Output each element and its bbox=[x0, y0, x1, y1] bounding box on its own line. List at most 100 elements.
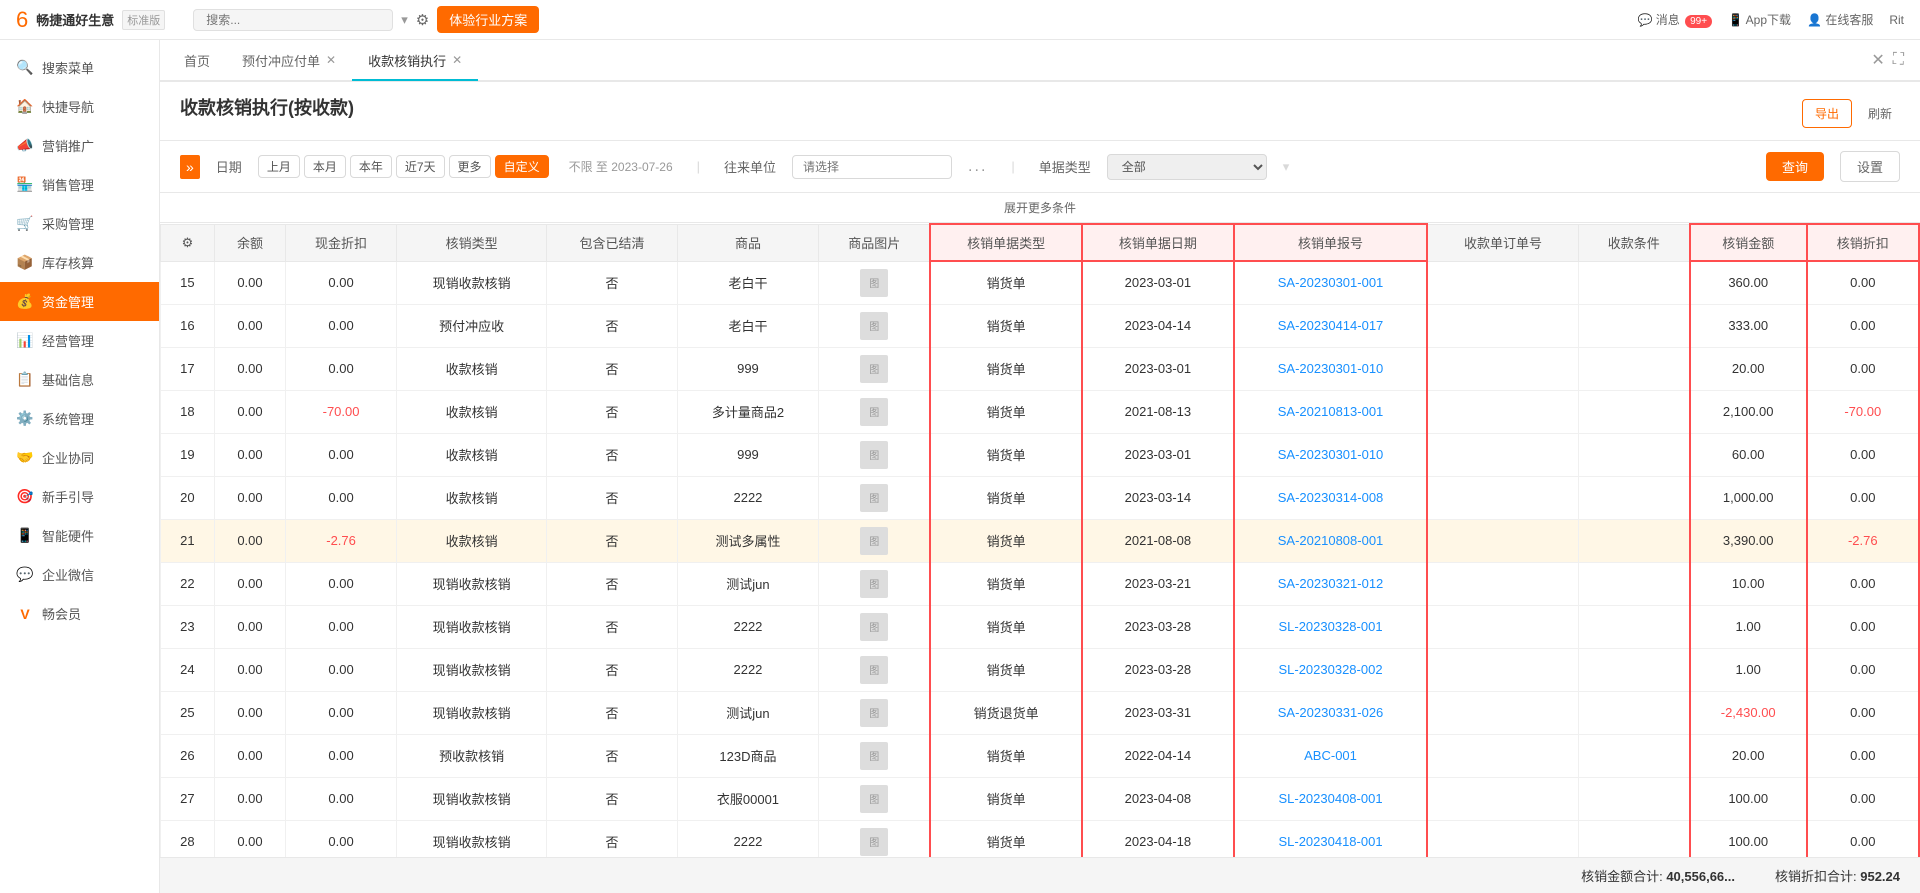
last-month-btn[interactable]: 上月 bbox=[258, 155, 300, 178]
this-month-btn[interactable]: 本月 bbox=[304, 155, 346, 178]
row-offset-bill-no[interactable]: SA-20210808-001 bbox=[1234, 519, 1428, 562]
from-unit-input[interactable] bbox=[792, 155, 952, 179]
row-receipt-condition bbox=[1578, 390, 1690, 433]
table-wrapper[interactable]: ⚙ 余额 现金折扣 核销类型 包含已结清 商品 商品图片 核销单据类型 核销单据… bbox=[160, 223, 1920, 857]
tab-home[interactable]: 首页 bbox=[168, 41, 226, 81]
col-offset-bill-type: 核销单据类型 bbox=[930, 224, 1082, 261]
row-cash-discount: 0.00 bbox=[286, 777, 397, 820]
row-offset-bill-no[interactable]: SA-20230321-012 bbox=[1234, 562, 1428, 605]
row-offset-bill-no[interactable]: SA-20230314-008 bbox=[1234, 476, 1428, 519]
date-quick-btns: 上月 本月 本年 近7天 更多 自定义 bbox=[258, 155, 549, 178]
row-offset-bill-no[interactable]: SL-20230408-001 bbox=[1234, 777, 1428, 820]
notification-btn[interactable]: 💬 消息 99+ bbox=[1637, 11, 1712, 28]
col-settings[interactable]: ⚙ bbox=[161, 224, 215, 261]
settings-btn[interactable]: 设置 bbox=[1840, 151, 1900, 182]
product-image-cell: 图 bbox=[819, 734, 931, 777]
sidebar-item-vip[interactable]: V 畅会员 bbox=[0, 594, 159, 633]
query-btn[interactable]: 查询 bbox=[1766, 152, 1824, 181]
filter-bar: » 日期 上月 本月 本年 近7天 更多 自定义 不限 至 2023-07-26… bbox=[160, 141, 1920, 193]
table-row: 17 0.00 0.00 收款核销 否 999 图 销货单 2023-03-01… bbox=[161, 347, 1920, 390]
row-offset-discount: 0.00 bbox=[1807, 347, 1919, 390]
sidebar-item-business[interactable]: 📊 经营管理 bbox=[0, 321, 159, 360]
row-offset-discount: 0.00 bbox=[1807, 820, 1919, 857]
row-offset-bill-no[interactable]: SL-20230418-001 bbox=[1234, 820, 1428, 857]
last-7days-btn[interactable]: 近7天 bbox=[396, 155, 445, 178]
row-offset-discount: 0.00 bbox=[1807, 261, 1919, 304]
more-date-btn[interactable]: 更多 bbox=[449, 155, 491, 178]
col-include-settled: 包含已结清 bbox=[547, 224, 678, 261]
row-offset-type: 现销收款核销 bbox=[396, 691, 546, 734]
row-offset-bill-no[interactable]: SL-20230328-002 bbox=[1234, 648, 1428, 691]
col-product: 商品 bbox=[677, 224, 818, 261]
tab-expand-icon[interactable]: ⛶ bbox=[1893, 51, 1904, 69]
row-offset-bill-date: 2023-04-18 bbox=[1082, 820, 1234, 857]
tab-receipt-offset[interactable]: 收款核销执行 ✕ bbox=[352, 41, 478, 81]
row-offset-discount: -2.76 bbox=[1807, 519, 1919, 562]
page-title: 收款核销执行(按收款) bbox=[180, 94, 354, 120]
sidebar-item-smart-hw[interactable]: 📱 智能硬件 bbox=[0, 516, 159, 555]
row-include-settled: 否 bbox=[547, 261, 678, 304]
online-service-btn[interactable]: 👤 在线客服 bbox=[1807, 11, 1873, 28]
newbie-icon: 🎯 bbox=[16, 488, 34, 506]
sidebar-item-capital[interactable]: 💰 资金管理 bbox=[0, 282, 159, 321]
row-offset-bill-no[interactable]: SA-20230414-017 bbox=[1234, 304, 1428, 347]
sidebar-label: 营销推广 bbox=[42, 136, 94, 155]
sidebar-item-search-menu[interactable]: 🔍 搜索菜单 bbox=[0, 48, 159, 87]
table-row: 19 0.00 0.00 收款核销 否 999 图 销货单 2023-03-01… bbox=[161, 433, 1920, 476]
row-offset-bill-no[interactable]: SL-20230328-001 bbox=[1234, 605, 1428, 648]
row-offset-bill-no[interactable]: SA-20230301-010 bbox=[1234, 433, 1428, 476]
search-menu-icon: 🔍 bbox=[16, 59, 34, 77]
date-range-display: 不限 至 2023-07-26 bbox=[569, 158, 673, 175]
table-row: 27 0.00 0.00 现销收款核销 否 衣服00001 图 销货单 2023… bbox=[161, 777, 1920, 820]
product-image-cell: 图 bbox=[819, 648, 931, 691]
sidebar-item-purchase[interactable]: 🛒 采购管理 bbox=[0, 204, 159, 243]
industry-btn[interactable]: 体验行业方案 bbox=[437, 6, 539, 33]
filter-collapse-btn[interactable]: » bbox=[180, 155, 200, 179]
tab-close-all-icon[interactable]: ✕ bbox=[1871, 50, 1884, 70]
row-offset-bill-no[interactable]: SA-20230301-010 bbox=[1234, 347, 1428, 390]
this-year-btn[interactable]: 本年 bbox=[350, 155, 392, 178]
sidebar-item-basic-info[interactable]: 📋 基础信息 bbox=[0, 360, 159, 399]
row-cash-discount: 0.00 bbox=[286, 691, 397, 734]
row-product: 2222 bbox=[677, 476, 818, 519]
sidebar-item-wechat-corp[interactable]: 💬 企业微信 bbox=[0, 555, 159, 594]
tab-prepay-close[interactable]: ✕ bbox=[326, 53, 336, 67]
row-offset-bill-type: 销货单 bbox=[930, 304, 1082, 347]
row-include-settled: 否 bbox=[547, 476, 678, 519]
row-include-settled: 否 bbox=[547, 777, 678, 820]
row-receipt-order-no bbox=[1427, 648, 1578, 691]
export-btn[interactable]: 导出 bbox=[1802, 99, 1852, 128]
dropdown-icon[interactable]: ▾ bbox=[401, 12, 408, 28]
custom-date-btn[interactable]: 自定义 bbox=[495, 155, 549, 178]
sidebar-item-marketing[interactable]: 📣 营销推广 bbox=[0, 126, 159, 165]
row-offset-bill-no[interactable]: ABC-001 bbox=[1234, 734, 1428, 777]
row-offset-bill-no[interactable]: SA-20230331-026 bbox=[1234, 691, 1428, 734]
row-offset-bill-date: 2023-03-21 bbox=[1082, 562, 1234, 605]
bill-type-select[interactable]: 全部 销货单 销货退货单 bbox=[1107, 154, 1267, 180]
row-cash-discount: 0.00 bbox=[286, 648, 397, 691]
settings-icon[interactable]: ⚙ bbox=[416, 11, 429, 29]
row-receipt-order-no bbox=[1427, 261, 1578, 304]
sidebar-item-corp-collab[interactable]: 🤝 企业协同 bbox=[0, 438, 159, 477]
refresh-btn[interactable]: 刷新 bbox=[1860, 100, 1900, 127]
row-offset-amount: 360.00 bbox=[1690, 261, 1807, 304]
product-image-cell: 图 bbox=[819, 519, 931, 562]
sidebar-item-sales[interactable]: 🏪 销售管理 bbox=[0, 165, 159, 204]
row-offset-amount: 20.00 bbox=[1690, 734, 1807, 777]
top-search-input[interactable] bbox=[193, 9, 393, 31]
sidebar-item-inventory[interactable]: 📦 库存核算 bbox=[0, 243, 159, 282]
app-download-btn[interactable]: 📱 App下载 bbox=[1728, 11, 1791, 28]
user-name[interactable]: Rit bbox=[1889, 13, 1904, 27]
date-filter-label: 日期 bbox=[216, 157, 242, 176]
row-offset-bill-no[interactable]: SA-20210813-001 bbox=[1234, 390, 1428, 433]
sidebar-item-newbie[interactable]: 🎯 新手引导 bbox=[0, 477, 159, 516]
col-offset-amount: 核销金额 bbox=[1690, 224, 1807, 261]
marketing-icon: 📣 bbox=[16, 137, 34, 155]
expand-link[interactable]: 展开更多条件 bbox=[1004, 201, 1076, 215]
tab-receipt-close[interactable]: ✕ bbox=[452, 53, 462, 67]
sidebar-item-quick-nav[interactable]: 🏠 快捷导航 bbox=[0, 87, 159, 126]
row-offset-bill-no[interactable]: SA-20230301-001 bbox=[1234, 261, 1428, 304]
sidebar-item-system[interactable]: ⚙️ 系统管理 bbox=[0, 399, 159, 438]
row-product: 2222 bbox=[677, 605, 818, 648]
tab-prepay-offset[interactable]: 预付冲应付单 ✕ bbox=[226, 41, 352, 81]
